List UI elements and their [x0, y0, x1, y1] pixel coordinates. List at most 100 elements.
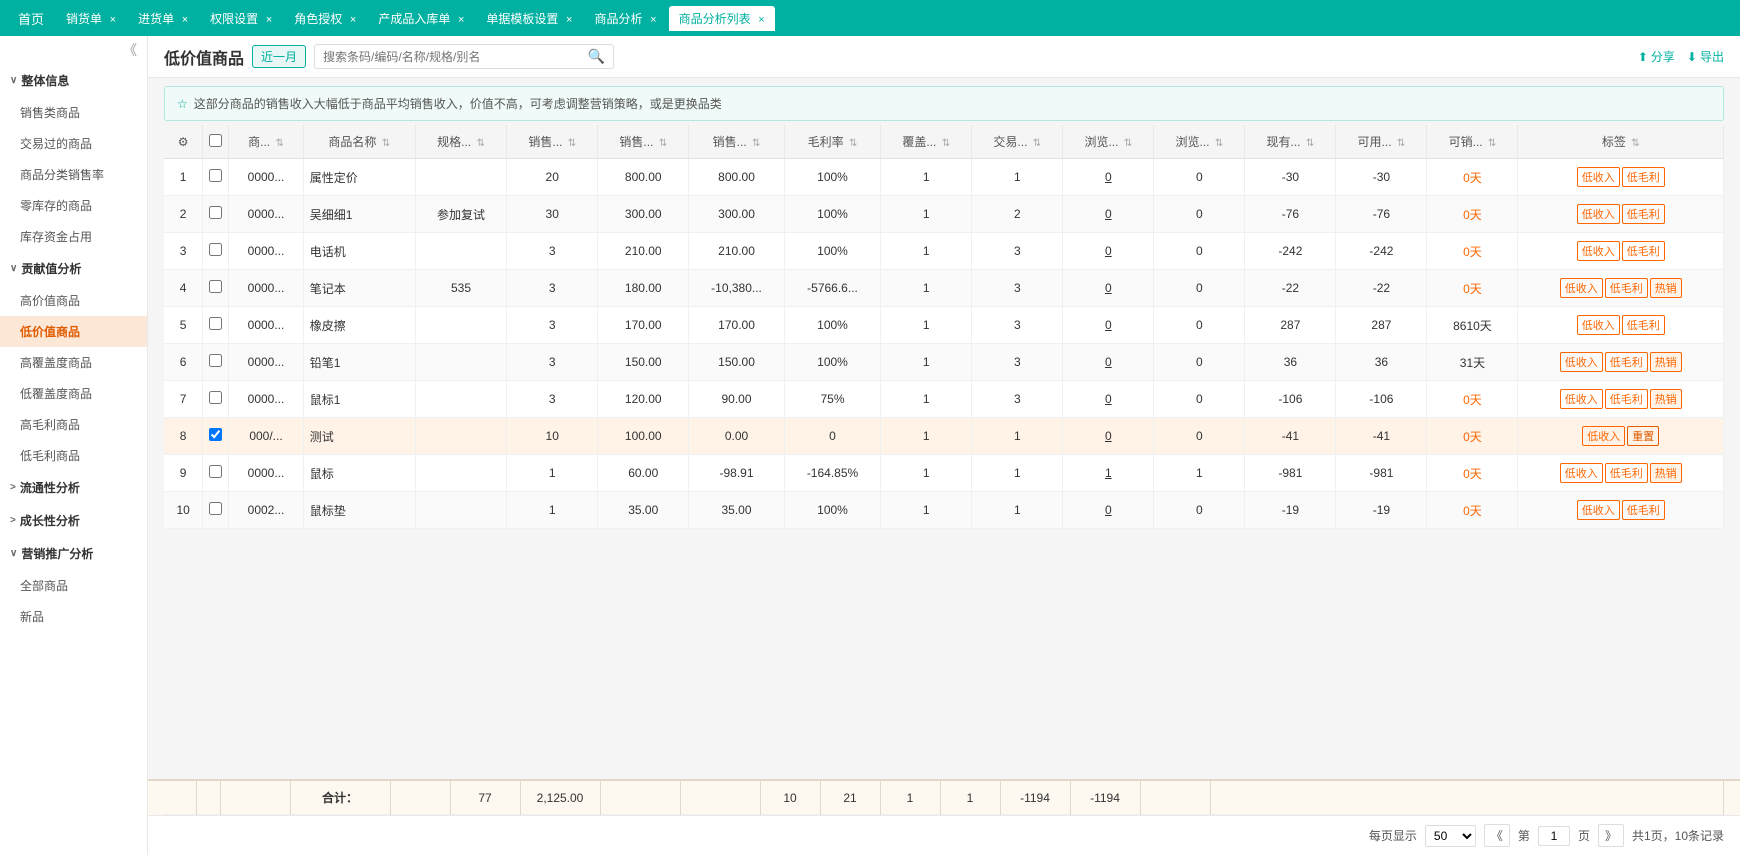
cell-browse1[interactable]: 1 — [1063, 455, 1154, 492]
nav-role[interactable]: 角色授权 × — [284, 6, 366, 31]
col-browse2[interactable]: 浏览... ⇅ — [1154, 125, 1245, 159]
row-checkbox[interactable] — [209, 243, 222, 256]
col-settings[interactable]: ⚙ — [164, 125, 203, 159]
first-page-btn[interactable]: 《 — [1484, 824, 1510, 847]
col-checkbox[interactable] — [203, 125, 229, 159]
browse-link[interactable]: 0 — [1105, 429, 1112, 443]
nav-permission-close[interactable]: × — [266, 14, 272, 26]
cell-browse1[interactable]: 0 — [1063, 492, 1154, 529]
search-icon[interactable]: 🔍 — [588, 48, 605, 65]
col-tags[interactable]: 标签 ⇅ — [1518, 125, 1724, 159]
cell-checkbox[interactable] — [203, 492, 229, 529]
col-sale2[interactable]: 销售... ⇅ — [598, 125, 689, 159]
sidebar-group-general[interactable]: ∨ 整体信息 — [0, 64, 147, 97]
col-cover[interactable]: 覆盖... ⇅ — [881, 125, 972, 159]
browse-link[interactable]: 0 — [1105, 244, 1112, 258]
col-margin[interactable]: 毛利率 ⇅ — [784, 125, 880, 159]
search-input[interactable] — [323, 50, 588, 64]
cell-browse1[interactable]: 0 — [1063, 233, 1154, 270]
cell-checkbox[interactable] — [203, 307, 229, 344]
sidebar-item-low-coverage[interactable]: 低覆盖度商品 — [0, 378, 147, 409]
sidebar-collapse-btn[interactable]: 《 — [119, 40, 141, 60]
nav-role-close[interactable]: × — [350, 14, 356, 26]
nav-purchase[interactable]: 进货单 × — [128, 6, 198, 31]
row-checkbox[interactable] — [209, 465, 222, 478]
nav-template[interactable]: 单据模板设置 × — [476, 6, 582, 31]
cell-browse1[interactable]: 0 — [1063, 344, 1154, 381]
sidebar-group-contribution[interactable]: ∨ 贡献值分析 — [0, 252, 147, 285]
cell-browse1[interactable]: 0 — [1063, 270, 1154, 307]
sidebar-item-high-margin[interactable]: 高毛利商品 — [0, 409, 147, 440]
row-checkbox[interactable] — [209, 317, 222, 330]
col-browse1[interactable]: 浏览... ⇅ — [1063, 125, 1154, 159]
sidebar-item-zero-stock[interactable]: 零库存的商品 — [0, 190, 147, 221]
nav-sales-close[interactable]: × — [110, 14, 116, 26]
col-stock3[interactable]: 可销... ⇅ — [1427, 125, 1518, 159]
browse-link[interactable]: 0 — [1105, 318, 1112, 332]
cell-checkbox[interactable] — [203, 233, 229, 270]
cell-checkbox[interactable] — [203, 455, 229, 492]
nav-analysis-close[interactable]: × — [650, 14, 656, 26]
row-checkbox[interactable] — [209, 206, 222, 219]
sidebar-item-capital[interactable]: 库存资金占用 — [0, 221, 147, 252]
row-checkbox[interactable] — [209, 502, 222, 515]
nav-purchase-close[interactable]: × — [182, 14, 188, 26]
nav-analysis-list-close[interactable]: × — [758, 14, 764, 26]
cell-checkbox[interactable] — [203, 381, 229, 418]
sidebar-item-sales-products[interactable]: 销售类商品 — [0, 97, 147, 128]
table-wrapper[interactable]: ⚙ 商... ⇅ 商品名称 ⇅ 规格... ⇅ 销售... ⇅ 销售... ⇅ … — [164, 125, 1724, 779]
col-stock2[interactable]: 可用... ⇅ — [1336, 125, 1427, 159]
sidebar-item-high-value[interactable]: 高价值商品 — [0, 285, 147, 316]
sidebar-group-circulation[interactable]: > 流通性分析 — [0, 471, 147, 504]
cell-checkbox[interactable] — [203, 344, 229, 381]
share-button[interactable]: ⬆ 分享 — [1638, 48, 1675, 65]
cell-browse1[interactable]: 0 — [1063, 307, 1154, 344]
sidebar-item-traded-products[interactable]: 交易过的商品 — [0, 128, 147, 159]
nav-home[interactable]: 首页 — [8, 5, 54, 32]
nav-product-in[interactable]: 产成品入库单 × — [368, 6, 474, 31]
row-checkbox[interactable] — [209, 391, 222, 404]
browse-link[interactable]: 0 — [1105, 355, 1112, 369]
select-all-checkbox[interactable] — [209, 134, 222, 147]
browse-link[interactable]: 0 — [1105, 281, 1112, 295]
sidebar-item-category-rate[interactable]: 商品分类销售率 — [0, 159, 147, 190]
col-code[interactable]: 商... ⇅ — [229, 125, 304, 159]
cell-browse1[interactable]: 0 — [1063, 159, 1154, 196]
col-stock1[interactable]: 现有... ⇅ — [1245, 125, 1336, 159]
cell-browse1[interactable]: 0 — [1063, 381, 1154, 418]
per-page-select[interactable]: 50 100 200 — [1425, 825, 1476, 847]
nav-sales[interactable]: 销货单 × — [56, 6, 126, 31]
browse-link[interactable]: 0 — [1105, 207, 1112, 221]
col-spec[interactable]: 规格... ⇅ — [415, 125, 506, 159]
row-checkbox[interactable] — [209, 280, 222, 293]
export-button[interactable]: ⬇ 导出 — [1687, 48, 1724, 65]
col-trade[interactable]: 交易... ⇅ — [972, 125, 1063, 159]
next-page-btn[interactable]: 》 — [1598, 824, 1624, 847]
nav-product-close[interactable]: × — [458, 14, 464, 26]
sidebar-group-growth[interactable]: > 成长性分析 — [0, 504, 147, 537]
nav-template-close[interactable]: × — [566, 14, 572, 26]
row-checkbox[interactable] — [209, 169, 222, 182]
cell-checkbox[interactable] — [203, 159, 229, 196]
sidebar-item-low-margin[interactable]: 低毛利商品 — [0, 440, 147, 471]
nav-product-analysis[interactable]: 商品分析 × — [584, 6, 666, 31]
col-sale3[interactable]: 销售... ⇅ — [689, 125, 784, 159]
sidebar-group-marketing[interactable]: ∨ 营销推广分析 — [0, 537, 147, 570]
period-button[interactable]: 近一月 — [252, 45, 306, 68]
nav-permission[interactable]: 权限设置 × — [200, 6, 282, 31]
cell-checkbox[interactable] — [203, 418, 229, 455]
sidebar-item-low-value[interactable]: 低价值商品 — [0, 316, 147, 347]
sidebar-item-new-products[interactable]: 新品 — [0, 601, 147, 632]
col-sale1[interactable]: 销售... ⇅ — [507, 125, 598, 159]
browse-link[interactable]: 0 — [1105, 392, 1112, 406]
nav-product-analysis-list[interactable]: 商品分析列表 × — [669, 6, 775, 31]
row-checkbox[interactable] — [209, 354, 222, 367]
cell-checkbox[interactable] — [203, 270, 229, 307]
page-input[interactable] — [1538, 826, 1570, 846]
browse-link[interactable]: 1 — [1105, 466, 1112, 480]
sidebar-item-all-products[interactable]: 全部商品 — [0, 570, 147, 601]
browse-link[interactable]: 0 — [1105, 503, 1112, 517]
cell-checkbox[interactable] — [203, 196, 229, 233]
cell-browse1[interactable]: 0 — [1063, 196, 1154, 233]
browse-link[interactable]: 0 — [1105, 170, 1112, 184]
